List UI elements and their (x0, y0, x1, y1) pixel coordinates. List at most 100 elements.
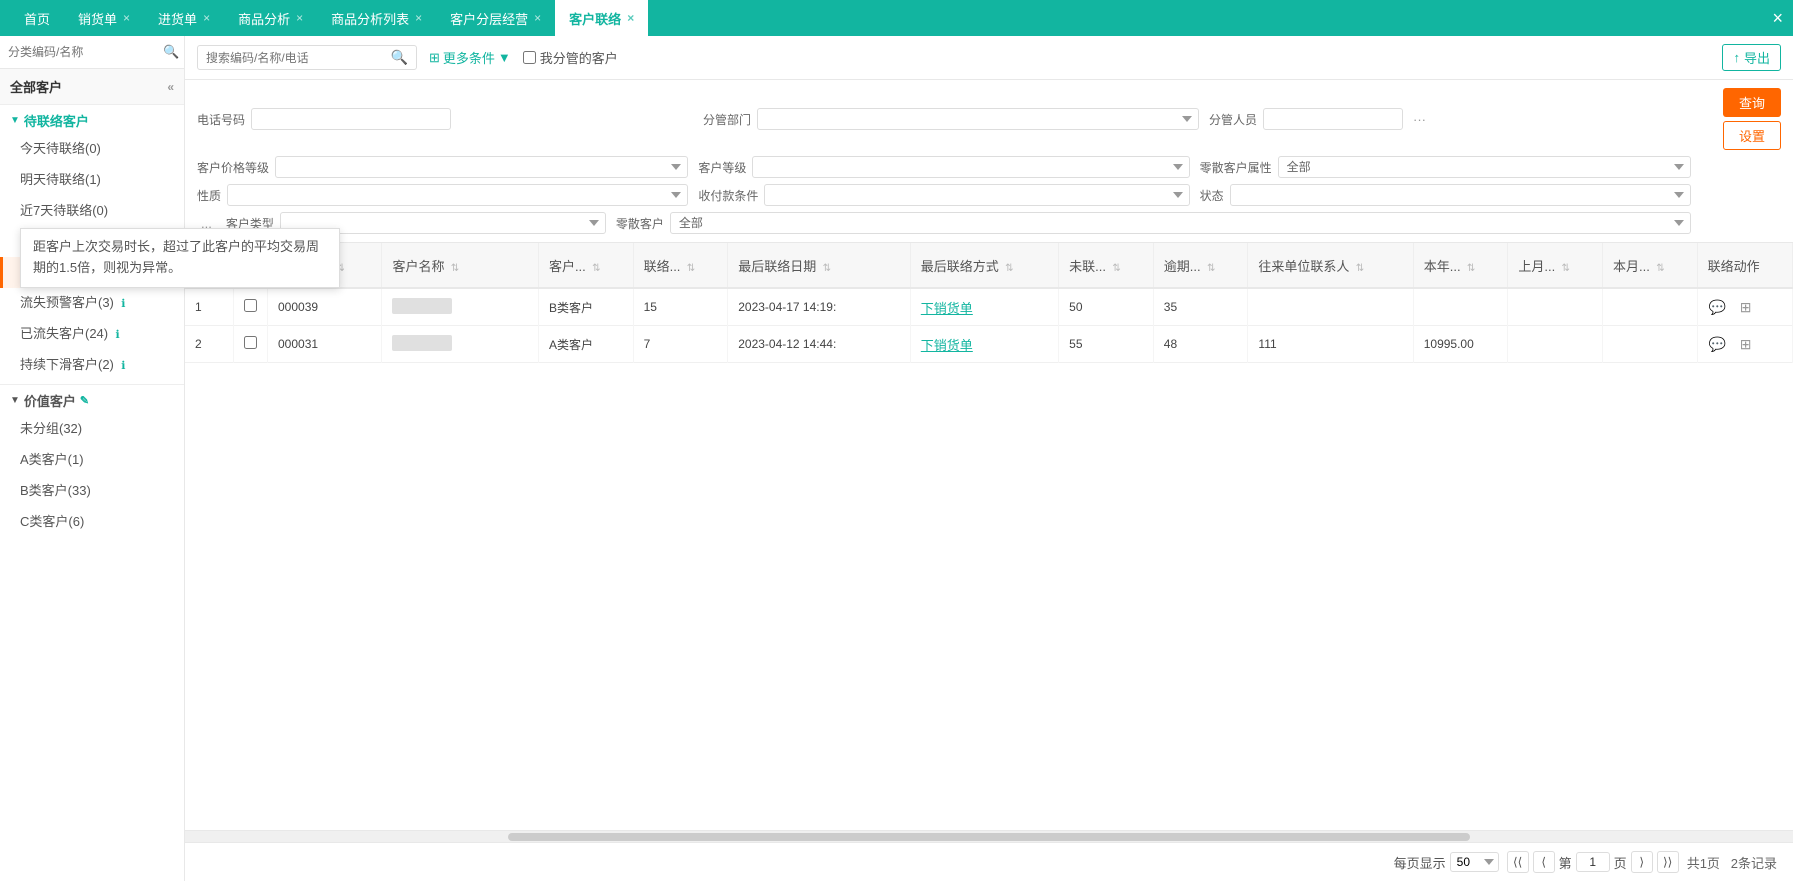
td-contact-1: 15 (633, 288, 728, 326)
retail-customer-select[interactable]: 全部 (670, 212, 1691, 234)
sidebar-ungroup[interactable]: 未分组(32) (0, 414, 184, 445)
sort-contacts-icon[interactable]: ⇅ (1356, 263, 1364, 274)
nav-product-analysis-list[interactable]: 商品分析列表 × (317, 0, 436, 36)
method-link-2[interactable]: 下销货单 (921, 338, 973, 353)
sidebar-c-customers[interactable]: C类客户(6) (0, 507, 184, 538)
price-level-select[interactable] (275, 156, 688, 178)
sidebar-b-customers[interactable]: B类客户(33) (0, 476, 184, 507)
more-conditions-btn[interactable]: ⊞ 更多条件 ▼ (429, 48, 511, 67)
row2-checkbox[interactable] (244, 336, 257, 349)
td-uncontacted-2: 55 (1059, 326, 1154, 363)
nav-customer-segment[interactable]: 客户分层经营 × (436, 0, 555, 36)
nav-purchase-order[interactable]: 进货单 × (144, 0, 224, 36)
action-more-1[interactable]: ⊞ (1736, 297, 1756, 317)
sort-method-icon[interactable]: ⇅ (1005, 263, 1013, 274)
lost-preview-info-icon[interactable]: ℹ (121, 298, 125, 310)
top-nav: 首页 销货单 × 进货单 × 商品分析 × 商品分析列表 × 客户分层经营 × … (0, 0, 1793, 36)
td-last-date-1: 2023-04-17 14:19: (728, 288, 911, 326)
sidebar-all-customers[interactable]: 全部客户 « (0, 69, 184, 105)
query-btn[interactable]: 查询 (1723, 88, 1781, 117)
setting-btn[interactable]: 设置 (1723, 121, 1781, 150)
retail-attr-select[interactable]: 全部 (1278, 156, 1691, 178)
sidebar-waiting-group[interactable]: ▼ 待联络客户 (0, 105, 184, 134)
sidebar-tomorrow-contact[interactable]: 明天待联络(1) (0, 165, 184, 196)
sidebar-search-icon[interactable]: 🔍 (163, 44, 179, 60)
declining-info-icon[interactable]: ℹ (121, 360, 125, 372)
td-last-date-2: 2023-04-12 14:44: (728, 326, 911, 363)
td-index-2: 2 (185, 326, 234, 363)
payment-select[interactable] (764, 184, 1189, 206)
sidebar-today-contact[interactable]: 今天待联络(0) (0, 134, 184, 165)
per-page-select[interactable]: 10 20 50 100 (1450, 852, 1499, 872)
manager-input[interactable] (1263, 108, 1403, 130)
sidebar-search-input[interactable] (8, 45, 163, 59)
tooltip-box: 距客户上次交易时长，超过了此客户的平均交易周期的1.5倍，则视为异常。 (20, 228, 340, 288)
scrollbar-thumb[interactable] (508, 833, 1470, 841)
export-icon: ↑ (1733, 50, 1740, 65)
my-customers-checkbox[interactable] (523, 51, 536, 64)
nav-customer-contact[interactable]: 客户联络 × (555, 0, 648, 36)
sort-this-month-icon[interactable]: ⇅ (1656, 263, 1664, 274)
td-overdue-1: 35 (1153, 288, 1248, 326)
horizontal-scrollbar[interactable] (185, 830, 1793, 842)
last-page-btn[interactable]: ⟩⟩ (1657, 851, 1679, 873)
manager-dots[interactable]: ··· (1409, 112, 1430, 127)
sort-uncontacted-icon[interactable]: ⇅ (1112, 263, 1120, 274)
action-chat-2[interactable]: 💬 (1708, 334, 1728, 354)
close-all-tabs[interactable]: × (1772, 8, 1783, 29)
status-select[interactable] (1230, 184, 1691, 206)
method-link-1[interactable]: 下销货单 (921, 301, 973, 316)
search-box: 🔍 (197, 45, 417, 70)
close-product-analysis[interactable]: × (296, 11, 303, 25)
td-last-method-2: 下销货单 (910, 326, 1058, 363)
sidebar-value-group[interactable]: ▼ 价值客户 ✎ (0, 384, 184, 414)
td-checkbox-1 (234, 288, 268, 326)
nav-sales-order[interactable]: 销货单 × (64, 0, 144, 36)
sort-overdue-icon[interactable]: ⇅ (1207, 263, 1215, 274)
page-label: 第 (1559, 853, 1572, 872)
phone-input[interactable] (251, 108, 451, 130)
gender-select[interactable] (227, 184, 688, 206)
value-group-edit-icon[interactable]: ✎ (80, 394, 89, 407)
close-sales-order[interactable]: × (123, 11, 130, 25)
close-customer-segment[interactable]: × (534, 11, 541, 25)
sort-contact-icon[interactable]: ⇅ (687, 263, 695, 274)
customer-level-select[interactable] (752, 156, 1189, 178)
search-input[interactable] (206, 51, 387, 65)
close-customer-contact[interactable]: × (627, 11, 634, 25)
row1-checkbox[interactable] (244, 299, 257, 312)
next-page-btn[interactable]: ⟩ (1631, 851, 1653, 873)
sidebar-lost-preview[interactable]: 流失预警客户(3) ℹ (0, 288, 184, 319)
sidebar-lost[interactable]: 已流失客户(24) ℹ (0, 319, 184, 350)
sidebar-collapse-btn[interactable]: « (167, 80, 174, 94)
td-checkbox-2 (234, 326, 268, 363)
sort-this-year-icon[interactable]: ⇅ (1467, 263, 1475, 274)
page-total-label: 页 (1614, 853, 1627, 872)
sort-date-icon[interactable]: ⇅ (823, 263, 831, 274)
prev-page-btn[interactable]: ⟨ (1533, 851, 1555, 873)
dept-select[interactable] (757, 108, 1199, 130)
first-page-btn[interactable]: ⟨⟨ (1507, 851, 1529, 873)
gender-label: 性质 (197, 187, 221, 204)
export-btn[interactable]: ↑ 导出 (1722, 44, 1781, 71)
close-product-list[interactable]: × (415, 11, 422, 25)
lost-info-icon[interactable]: ℹ (115, 329, 119, 341)
th-this-year: 本年... ⇅ (1413, 243, 1508, 288)
customer-level-field: 客户等级 (698, 156, 1189, 178)
sort-level-icon[interactable]: ⇅ (592, 263, 600, 274)
action-more-2[interactable]: ⊞ (1736, 334, 1756, 354)
sidebar-a-customers[interactable]: A类客户(1) (0, 445, 184, 476)
dept-label: 分管部门 (703, 111, 751, 128)
nav-product-analysis[interactable]: 商品分析 × (224, 0, 317, 36)
nav-home[interactable]: 首页 (10, 0, 64, 36)
current-page-input[interactable] (1576, 852, 1610, 872)
sort-last-month-icon[interactable]: ⇅ (1562, 263, 1570, 274)
adv-filter-row3: 性质 收付款条件 状态 (197, 184, 1781, 206)
sidebar-declining[interactable]: 持续下滑客户(2) ℹ (0, 350, 184, 381)
action-chat-1[interactable]: 💬 (1708, 297, 1728, 317)
search-icon[interactable]: 🔍 (391, 49, 408, 66)
close-purchase-order[interactable]: × (203, 11, 210, 25)
sort-name-icon[interactable]: ⇅ (451, 263, 459, 274)
sidebar-7days-contact[interactable]: 近7天待联络(0) (0, 196, 184, 227)
my-customers-checkbox-label[interactable]: 我分管的客户 (523, 48, 618, 67)
